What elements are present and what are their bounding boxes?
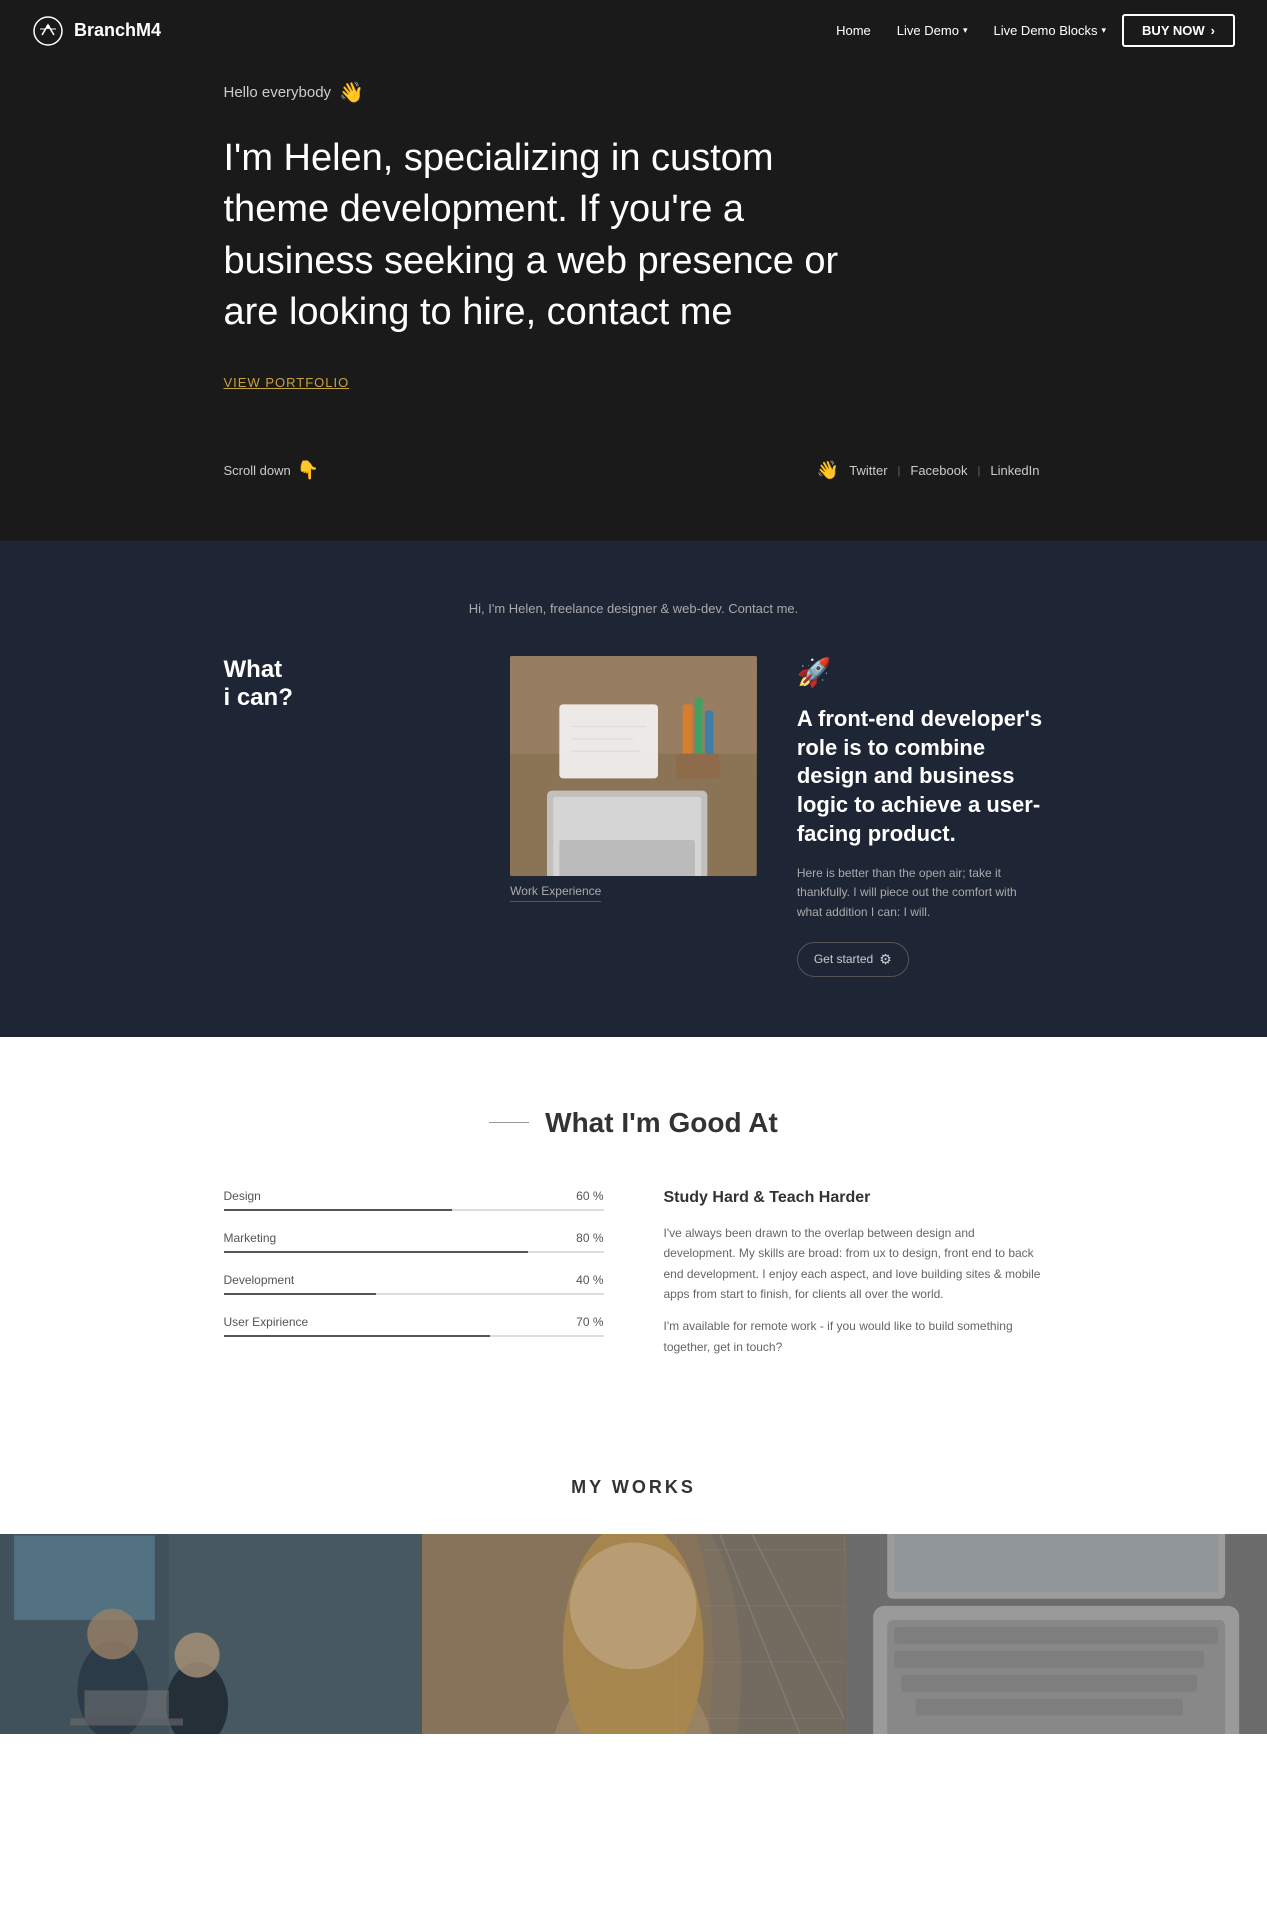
skills-inner: Design 60 % Marketing 80 % Development — [184, 1189, 1084, 1357]
hand-down-icon: 👇 — [297, 460, 319, 481]
nav-home[interactable]: Home — [826, 19, 881, 42]
study-desc1: I've always been drawn to the overlap be… — [664, 1223, 1044, 1305]
feature-title: A front-end developer's role is to combi… — [797, 705, 1044, 848]
skill-label: Marketing — [224, 1231, 277, 1245]
skill-pct: 80 % — [576, 1231, 603, 1245]
twitter-link[interactable]: Twitter — [845, 461, 891, 480]
skill-pct: 40 % — [576, 1273, 603, 1287]
nav-live-demo[interactable]: Live Demo ▾ — [887, 19, 978, 42]
hero-section: Hello everybody 👋 I'm Helen, specializin… — [0, 0, 1267, 541]
what-inner: What i can? — [184, 656, 1084, 977]
chevron-down-icon: ▾ — [1102, 25, 1107, 36]
works-section: MY WORKS — [0, 1427, 1267, 1734]
skill-bar-fill — [224, 1209, 452, 1211]
logo[interactable]: BranchM4 — [32, 15, 161, 47]
skill-label: User Expirience — [224, 1315, 309, 1329]
hero-title: I'm Helen, specializing in custom theme … — [224, 133, 864, 338]
social-links: 👋 Twitter | Facebook | LinkedIn — [817, 460, 1044, 481]
what-right: 🚀 A front-end developer's role is to com… — [797, 656, 1044, 977]
skill-bar-bg — [224, 1293, 604, 1295]
skill-marketing: Marketing 80 % — [224, 1231, 604, 1253]
skills-right: Study Hard & Teach Harder I've always be… — [664, 1189, 1044, 1357]
skill-bar-bg — [224, 1251, 604, 1253]
logo-icon — [32, 15, 64, 47]
study-title: Study Hard & Teach Harder — [664, 1189, 1044, 1207]
work-overlay-1 — [0, 1534, 422, 1734]
skill-bar-fill — [224, 1335, 490, 1337]
what-section: Hi, I'm Helen, freelance designer & web-… — [0, 541, 1267, 1037]
skills-section: What I'm Good At Design 60 % Marketing 8… — [0, 1037, 1267, 1427]
social-separator: | — [977, 465, 980, 477]
what-left: What i can? — [224, 656, 471, 712]
skill-bar-bg — [224, 1209, 604, 1211]
skill-bar-fill — [224, 1251, 528, 1253]
hero-bottom: Scroll down 👇 👋 Twitter | Facebook | Lin… — [224, 460, 1044, 481]
study-desc2: I'm available for remote work - if you w… — [664, 1316, 1044, 1357]
works-grid — [0, 1534, 1267, 1734]
buy-now-button[interactable]: BUY NOW › — [1122, 14, 1235, 47]
what-image — [510, 656, 757, 876]
arrow-icon: › — [1211, 23, 1215, 38]
logo-text: BranchM4 — [74, 20, 161, 41]
hero-greeting: Hello everybody 👋 — [224, 80, 1044, 105]
chevron-down-icon: ▾ — [963, 25, 968, 36]
work-overlay-3 — [845, 1534, 1267, 1734]
skills-header: What I'm Good At — [0, 1107, 1267, 1139]
skills-bars: Design 60 % Marketing 80 % Development — [224, 1189, 604, 1357]
work-item-2[interactable] — [422, 1534, 844, 1734]
skills-title: What I'm Good At — [545, 1107, 778, 1139]
what-center: Work Experience — [510, 656, 757, 902]
header-line — [489, 1122, 529, 1123]
skill-design: Design 60 % — [224, 1189, 604, 1211]
nav-live-demo-blocks[interactable]: Live Demo Blocks ▾ — [983, 19, 1116, 42]
wave-icon: 👋 — [339, 80, 364, 105]
linkedin-link[interactable]: LinkedIn — [986, 461, 1043, 480]
navbar: BranchM4 Home Live Demo ▾ Live Demo Bloc… — [0, 0, 1267, 61]
skill-bar-bg — [224, 1335, 604, 1337]
feature-desc: Here is better than the open air; take i… — [797, 864, 1044, 922]
work-item-3[interactable] — [845, 1534, 1267, 1734]
facebook-link[interactable]: Facebook — [906, 461, 971, 480]
desk-illustration — [510, 656, 757, 876]
social-wave-icon: 👋 — [817, 460, 839, 481]
what-heading: What i can? — [224, 656, 471, 712]
skill-development: Development 40 % — [224, 1273, 604, 1295]
work-experience-link[interactable]: Work Experience — [510, 884, 601, 902]
skill-bar-fill — [224, 1293, 376, 1295]
social-separator: | — [898, 465, 901, 477]
work-overlay-2 — [422, 1534, 844, 1734]
skill-label: Design — [224, 1189, 261, 1203]
skill-pct: 60 % — [576, 1189, 603, 1203]
gear-icon: ⚙ — [879, 951, 892, 968]
skill-label: Development — [224, 1273, 295, 1287]
get-started-button[interactable]: Get started ⚙ — [797, 942, 909, 977]
work-item-1[interactable] — [0, 1534, 422, 1734]
works-title: MY WORKS — [0, 1477, 1267, 1498]
skill-pct: 70 % — [576, 1315, 603, 1329]
rocket-icon: 🚀 — [797, 656, 1044, 689]
view-portfolio-link[interactable]: VIEW PORTFOLIO — [224, 375, 350, 390]
skill-ux: User Expirience 70 % — [224, 1315, 604, 1337]
scroll-down: Scroll down 👇 — [224, 460, 320, 481]
what-subtitle: Hi, I'm Helen, freelance designer & web-… — [0, 601, 1267, 616]
nav-links: Home Live Demo ▾ Live Demo Blocks ▾ BUY … — [826, 14, 1235, 47]
